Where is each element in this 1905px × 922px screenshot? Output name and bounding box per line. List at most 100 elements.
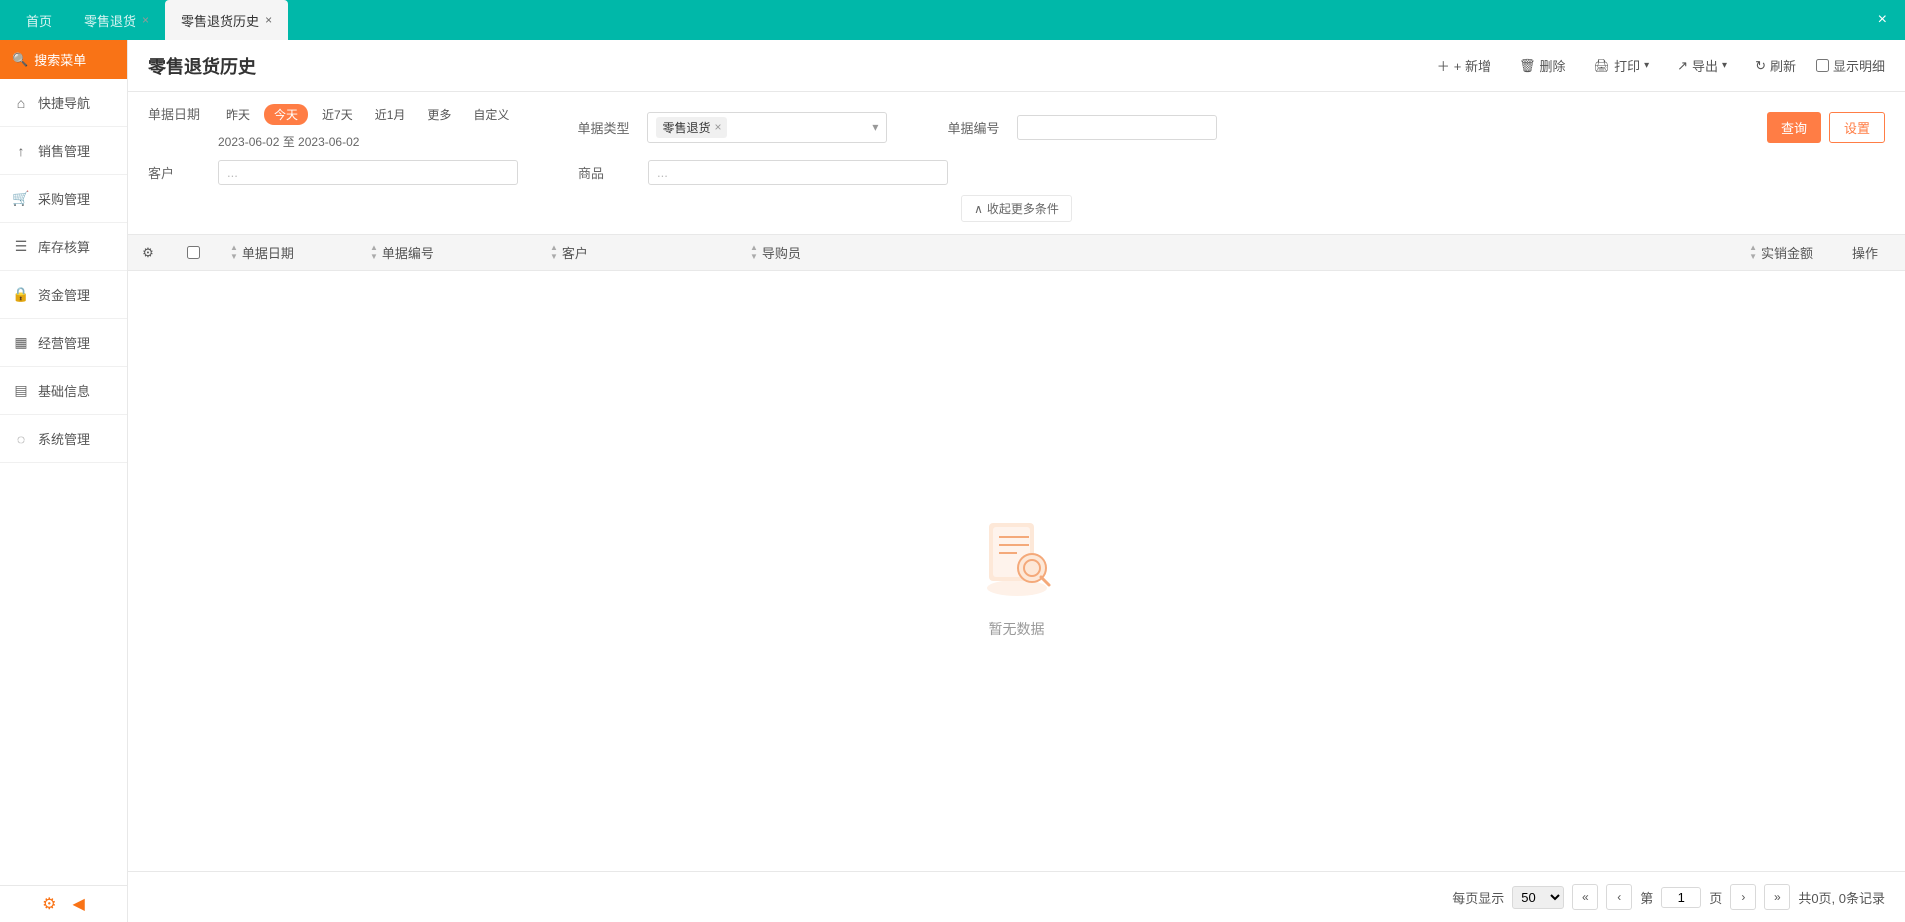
sidebar-item-quick-nav-label: 快捷导航 bbox=[38, 93, 90, 112]
type-tag-label: 零售退货 bbox=[662, 119, 710, 136]
sidebar-item-quick-nav[interactable]: ⌂ 快捷导航 bbox=[0, 79, 127, 127]
date-filter-group: 单据日期 昨天 今天 近7天 近1月 更多 自定义 2023-06-02 至 2… bbox=[148, 104, 517, 150]
date-btn-custom[interactable]: 自定义 bbox=[465, 104, 517, 125]
sidebar-item-finance[interactable]: 🔒 资金管理 bbox=[0, 271, 127, 319]
th-settings[interactable]: ⚙ bbox=[128, 245, 168, 261]
delete-button[interactable]: 🗑 删除 bbox=[1511, 52, 1574, 79]
sidebar-bottom: ⚙ ◀ bbox=[0, 885, 127, 922]
order-sort[interactable]: ▲ ▼ bbox=[370, 244, 378, 261]
sidebar-item-finance-label: 资金管理 bbox=[38, 285, 90, 304]
refresh-button[interactable]: ↻ 刷新 bbox=[1747, 52, 1804, 79]
sort-up-icon-5: ▲ bbox=[1749, 244, 1757, 252]
pagination: 每页显示 50 10 20 100 « ‹ 第 页 › » 共0页, 0条记录 bbox=[128, 871, 1905, 922]
date-btn-more[interactable]: 更多 bbox=[419, 104, 459, 125]
tab-home-label: 首页 bbox=[26, 11, 52, 30]
sidebar-item-purchase-mgmt[interactable]: 🛒 采购管理 bbox=[0, 175, 127, 223]
empty-state-icon bbox=[967, 503, 1067, 603]
select-all-checkbox[interactable] bbox=[187, 246, 200, 259]
sidebar-item-system-mgmt-label: 系统管理 bbox=[38, 429, 90, 448]
settings-gear-icon: ⚙ bbox=[142, 245, 154, 261]
sidebar-item-sales-mgmt-label: 销售管理 bbox=[38, 141, 90, 160]
page-input[interactable] bbox=[1661, 887, 1701, 908]
date-btn-today[interactable]: 今天 bbox=[264, 104, 308, 125]
sidebar-item-operation[interactable]: ▦ 经营管理 bbox=[0, 319, 127, 367]
total-label: 共0页, 0条记录 bbox=[1798, 888, 1885, 907]
sort-down-icon-5: ▼ bbox=[1749, 253, 1757, 261]
display-toggle-checkbox[interactable] bbox=[1816, 59, 1829, 72]
print-button[interactable]: 🖨 打印 ▾ bbox=[1586, 52, 1658, 79]
export-icon: ↗ bbox=[1677, 58, 1688, 74]
goods-placeholder: ... bbox=[657, 165, 668, 180]
type-filter-tag: 零售退货 × bbox=[656, 117, 727, 138]
content-area: 零售退货历史 ＋ + 新增 🗑 删除 🖨 打印 ▾ ↗ 导出 bbox=[128, 40, 1905, 922]
date-range-display: 2023-06-02 至 2023-06-02 bbox=[218, 133, 517, 150]
sort-up-icon-2: ▲ bbox=[370, 244, 378, 252]
type-tag-remove[interactable]: × bbox=[714, 120, 721, 134]
export-chevron-icon: ▾ bbox=[1722, 60, 1727, 71]
sort-down-icon: ▼ bbox=[230, 253, 238, 261]
order-num-input[interactable] bbox=[1017, 115, 1217, 140]
collapse-button[interactable]: ∧ 收起更多条件 bbox=[961, 195, 1072, 222]
sort-down-icon-2: ▼ bbox=[370, 253, 378, 261]
system-icon: ◌ bbox=[12, 430, 30, 448]
empty-text: 暂无数据 bbox=[989, 619, 1045, 639]
home-icon: ⌂ bbox=[12, 94, 30, 112]
close-window-icon[interactable]: × bbox=[1870, 7, 1895, 33]
th-checkbox[interactable] bbox=[168, 246, 218, 259]
next-page-btn[interactable]: › bbox=[1730, 884, 1756, 910]
sidebar-item-sales-mgmt[interactable]: ↑ 销售管理 bbox=[0, 127, 127, 175]
tab-retail-return[interactable]: 零售退货 × bbox=[68, 0, 165, 40]
tab-retail-return-history-close[interactable]: × bbox=[265, 13, 272, 27]
date-btn-yesterday[interactable]: 昨天 bbox=[218, 104, 258, 125]
guide-sort[interactable]: ▲ ▼ bbox=[750, 244, 758, 261]
per-page-select[interactable]: 50 10 20 100 bbox=[1512, 886, 1564, 909]
tab-retail-return-close[interactable]: × bbox=[142, 13, 149, 27]
amount-sort[interactable]: ▲ ▼ bbox=[1749, 244, 1757, 261]
customer-filter-select[interactable]: ... bbox=[218, 160, 518, 185]
sidebar-search[interactable]: 🔍 搜索菜单 bbox=[0, 40, 127, 79]
gear-icon[interactable]: ⚙ bbox=[42, 894, 56, 914]
purchase-icon: 🛒 bbox=[12, 190, 30, 208]
type-filter-select[interactable]: 零售退货 × ▾ bbox=[647, 112, 887, 143]
th-guide-label: 导购员 bbox=[762, 243, 801, 262]
th-guide: ▲ ▼ 导购员 bbox=[738, 243, 938, 262]
prev-page-btn[interactable]: ‹ bbox=[1606, 884, 1632, 910]
first-page-btn[interactable]: « bbox=[1572, 884, 1598, 910]
date-sort[interactable]: ▲ ▼ bbox=[230, 244, 238, 261]
sidebar: 🔍 搜索菜单 ⌂ 快捷导航 ↑ 销售管理 🛒 采购管理 ☰ 库存核算 🔒 资 bbox=[0, 40, 128, 922]
sidebar-search-label: 搜索菜单 bbox=[34, 50, 86, 69]
goods-filter-label: 商品 bbox=[578, 163, 638, 182]
sort-up-icon-3: ▲ bbox=[550, 244, 558, 252]
export-button[interactable]: ↗ 导出 ▾ bbox=[1669, 52, 1735, 79]
th-customer: ▲ ▼ 客户 bbox=[538, 243, 738, 262]
speaker-icon[interactable]: ◀ bbox=[73, 894, 85, 914]
last-page-btn[interactable]: » bbox=[1764, 884, 1790, 910]
filter-row-1: 单据日期 昨天 今天 近7天 近1月 更多 自定义 2023-06-02 至 2… bbox=[148, 104, 1885, 150]
sidebar-item-basic-info[interactable]: ▤ 基础信息 bbox=[0, 367, 127, 415]
tab-home[interactable]: 首页 bbox=[10, 0, 68, 40]
th-amount: ▲ ▼ 实销金额 bbox=[938, 243, 1825, 262]
header-actions: ＋ + 新增 🗑 删除 🖨 打印 ▾ ↗ 导出 ▾ bbox=[1429, 52, 1885, 79]
settings-button[interactable]: 设置 bbox=[1829, 112, 1885, 143]
query-button[interactable]: 查询 bbox=[1767, 112, 1821, 143]
sidebar-item-operation-label: 经营管理 bbox=[38, 333, 90, 352]
date-filter-content: 昨天 今天 近7天 近1月 更多 自定义 2023-06-02 至 2023-0… bbox=[218, 104, 517, 150]
sidebar-item-system-mgmt[interactable]: ◌ 系统管理 bbox=[0, 415, 127, 463]
date-btn-1month[interactable]: 近1月 bbox=[367, 104, 414, 125]
sort-down-icon-4: ▼ bbox=[750, 253, 758, 261]
sort-down-icon-3: ▼ bbox=[550, 253, 558, 261]
th-order-num: ▲ ▼ 单据编号 bbox=[358, 243, 538, 262]
customer-filter-label: 客户 bbox=[148, 163, 208, 182]
customer-sort[interactable]: ▲ ▼ bbox=[550, 244, 558, 261]
goods-filter-select[interactable]: ... bbox=[648, 160, 948, 185]
display-toggle[interactable]: 显示明细 bbox=[1816, 56, 1885, 75]
add-button[interactable]: ＋ + 新增 bbox=[1429, 52, 1499, 79]
th-date: ▲ ▼ 单据日期 bbox=[218, 243, 358, 262]
per-page-label: 每页显示 bbox=[1452, 888, 1504, 907]
tab-retail-return-history-label: 零售退货历史 bbox=[181, 11, 259, 30]
date-btn-7days[interactable]: 近7天 bbox=[314, 104, 361, 125]
delete-icon: 🗑 bbox=[1519, 58, 1536, 74]
tab-retail-return-history[interactable]: 零售退货历史 × bbox=[165, 0, 288, 40]
goods-filter-group: 商品 ... bbox=[578, 160, 948, 185]
sidebar-item-inventory[interactable]: ☰ 库存核算 bbox=[0, 223, 127, 271]
